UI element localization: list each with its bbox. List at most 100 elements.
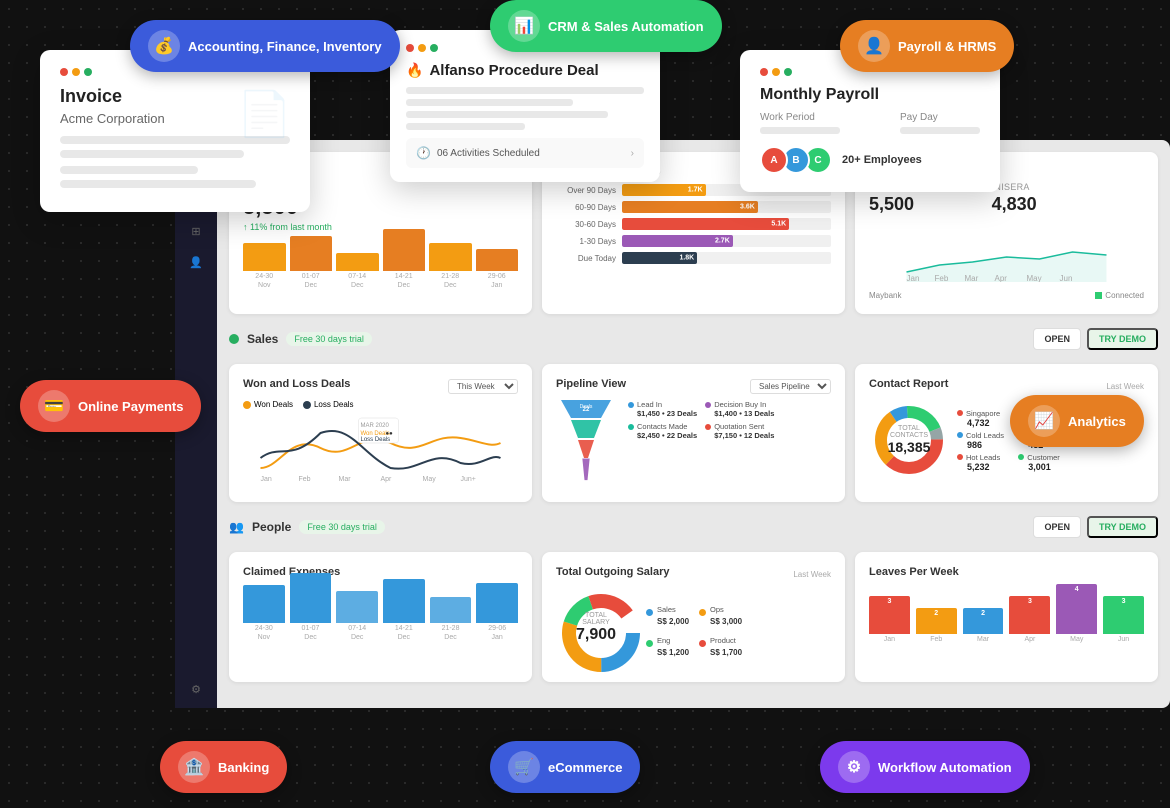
- bank-name: Maybank: [869, 291, 901, 300]
- sidebar-icon-2[interactable]: ⊞: [191, 225, 200, 238]
- salary-text-4: Product S$ 1,700: [710, 630, 742, 657]
- clock-icon: 🕐: [416, 146, 431, 160]
- people-section-header: 👥 People Free 30 days trial OPEN TRY DEM…: [229, 512, 1158, 542]
- leaves-label-1: Jan: [884, 636, 895, 644]
- analytics-badge[interactable]: 📈 Analytics: [1010, 395, 1144, 447]
- salary-text-1: Sales S$ 2,000: [657, 599, 689, 626]
- crm-badge[interactable]: 📊 CRM & Sales Automation: [490, 0, 722, 52]
- svg-text:MAR 2020: MAR 2020: [361, 423, 390, 429]
- leaves-label-6: Jun: [1118, 636, 1129, 644]
- crm-icon: 📊: [508, 10, 540, 42]
- funnel-dot-4: [705, 424, 711, 430]
- total-salary-widget: Total Outgoing Salary Last Week TOTAL SA…: [542, 552, 845, 682]
- payroll-maximize-dot: [784, 68, 792, 76]
- ar-val-1: 1.7K: [688, 187, 703, 194]
- ar-track-4: 2.7K: [622, 235, 831, 247]
- accounting-badge[interactable]: 💰 Accounting, Finance, Inventory: [130, 20, 400, 72]
- exp-label-5: 21-28Dec: [442, 625, 460, 642]
- leaves-bar-4: 3 Apr: [1009, 596, 1050, 644]
- crm-skeleton-2: [406, 99, 573, 106]
- contact-legend-3: Cold Leads 986: [957, 431, 1008, 450]
- bar-label-4: 14-21Dec: [395, 273, 413, 290]
- salary-center-text: TOTAL SALARY 7,900: [576, 612, 616, 644]
- crm-label: CRM & Sales Automation: [548, 19, 704, 34]
- total-salary-label: TOTAL SALARY: [576, 612, 616, 626]
- salary-name-4: Product: [710, 636, 736, 645]
- salary-text-3: Eng S$ 1,200: [657, 630, 689, 657]
- banking-badge[interactable]: 🏦 Banking: [160, 741, 287, 793]
- leaves-num-6: 3: [1103, 596, 1144, 605]
- exp-fill-4: [383, 579, 425, 623]
- sales-open-button[interactable]: OPEN: [1033, 328, 1081, 350]
- arrow-icon: ›: [631, 148, 634, 159]
- leaves-bar-5: 4 May: [1056, 584, 1097, 644]
- people-demo-button[interactable]: TRY DEMO: [1087, 516, 1158, 538]
- funnel-val-3: $2,450 • 22 Deals: [637, 431, 697, 440]
- bar-2: [290, 236, 333, 271]
- bank-legend: Maybank Connected: [869, 291, 1144, 300]
- leaves-fill-1: 3: [869, 596, 910, 634]
- pipeline-title: Pipeline View: [556, 378, 626, 390]
- crm-deal-title: 🔥 Alfanso Procedure Deal: [406, 62, 644, 79]
- sidebar-icon-3[interactable]: 👤: [189, 256, 203, 269]
- payroll-minimize-dot: [772, 68, 780, 76]
- pipeline-header: Pipeline View Sales Pipeline: [556, 378, 831, 394]
- inisera-amount: 4,830: [992, 194, 1037, 215]
- leaves-num-4: 3: [1009, 596, 1050, 605]
- exp-bar-5: 21-28Dec: [430, 597, 472, 642]
- ar-val-5: 1.8K: [679, 255, 694, 262]
- bar-5: [429, 243, 472, 271]
- people-open-button[interactable]: OPEN: [1033, 516, 1081, 538]
- payroll-badge[interactable]: 👤 Payroll & HRMS: [840, 20, 1014, 72]
- employees-count: 20+ Employees: [842, 154, 922, 166]
- contact-val-6: 3,001: [1028, 462, 1069, 472]
- exp-fill-3: [336, 591, 378, 623]
- svg-text:Jun: Jun: [1060, 274, 1073, 282]
- svg-text:Jun+: Jun+: [461, 476, 476, 483]
- won-legend-item: Won Deals: [243, 400, 293, 409]
- bar-1: [243, 243, 286, 271]
- svg-text:Apr: Apr: [381, 476, 393, 483]
- salary-period: Last Week: [793, 570, 831, 579]
- salary-legend-3: Eng S$ 1,200: [646, 630, 689, 657]
- sales-demo-button[interactable]: TRY DEMO: [1087, 328, 1158, 350]
- total-contacts-label: TOTAL CONTACTS: [888, 425, 931, 439]
- crm-skeleton-3: [406, 111, 608, 118]
- leaves-fill-4: 3: [1009, 596, 1050, 634]
- loss-legend-item: Loss Deals: [303, 400, 354, 409]
- won-loss-period-select[interactable]: This Week Last Week This Month: [448, 379, 518, 394]
- close-dot: [60, 68, 68, 76]
- bar-group-5: 21-28Dec: [429, 243, 472, 290]
- loss-legend-label: Loss Deals: [314, 400, 354, 409]
- expenses-chart: 24-30Nov 01-07Dec 07-14Dec 14-21Dec 21-2…: [243, 582, 518, 642]
- activities-row[interactable]: 🕐 06 Activities Scheduled ›: [406, 138, 644, 168]
- pipeline-select[interactable]: Sales Pipeline: [750, 379, 831, 394]
- leaves-bar-1: 3 Jan: [869, 596, 910, 644]
- ar-track-3: 5.1K: [622, 218, 831, 230]
- ar-track-2: 3.6K: [622, 201, 831, 213]
- payroll-close-dot: [760, 68, 768, 76]
- connected-dot: [1095, 292, 1102, 299]
- salary-legend: Sales S$ 2,000 Ops S$ 3,000: [646, 599, 742, 657]
- salary-name-1: Sales: [657, 605, 676, 614]
- contact-name-5: Hot Leads: [957, 453, 1008, 462]
- skeleton-2: [60, 150, 244, 158]
- contact-donut-chart: TOTAL CONTACTS 18,385: [869, 400, 949, 480]
- payments-badge[interactable]: 💳 Online Payments: [20, 380, 201, 432]
- sidebar-icon-bottom[interactable]: ⚙: [191, 683, 201, 696]
- svg-text:May: May: [1027, 274, 1042, 282]
- funnel-dot-1: [628, 402, 634, 408]
- ecommerce-badge[interactable]: 🛒 eCommerce: [490, 741, 640, 793]
- contact-val-5: 5,232: [967, 462, 1008, 472]
- workflow-badge[interactable]: ⚙ Workflow Automation: [820, 741, 1030, 793]
- leaves-bar-2: 2 Feb: [916, 608, 957, 644]
- svg-text:Deals: Deals: [580, 404, 593, 410]
- bar-group-1: 24-30Nov: [243, 243, 286, 290]
- payroll-icon: 👤: [858, 30, 890, 62]
- leaves-bar-3: 2 Mar: [963, 608, 1004, 644]
- won-legend-dot: [243, 401, 251, 409]
- svg-text:Feb: Feb: [935, 274, 949, 282]
- invoice-card: Invoice Acme Corporation 📄: [40, 50, 310, 212]
- work-period-section: Work Period: [760, 112, 840, 134]
- salary-legend-4: Product S$ 1,700: [699, 630, 742, 657]
